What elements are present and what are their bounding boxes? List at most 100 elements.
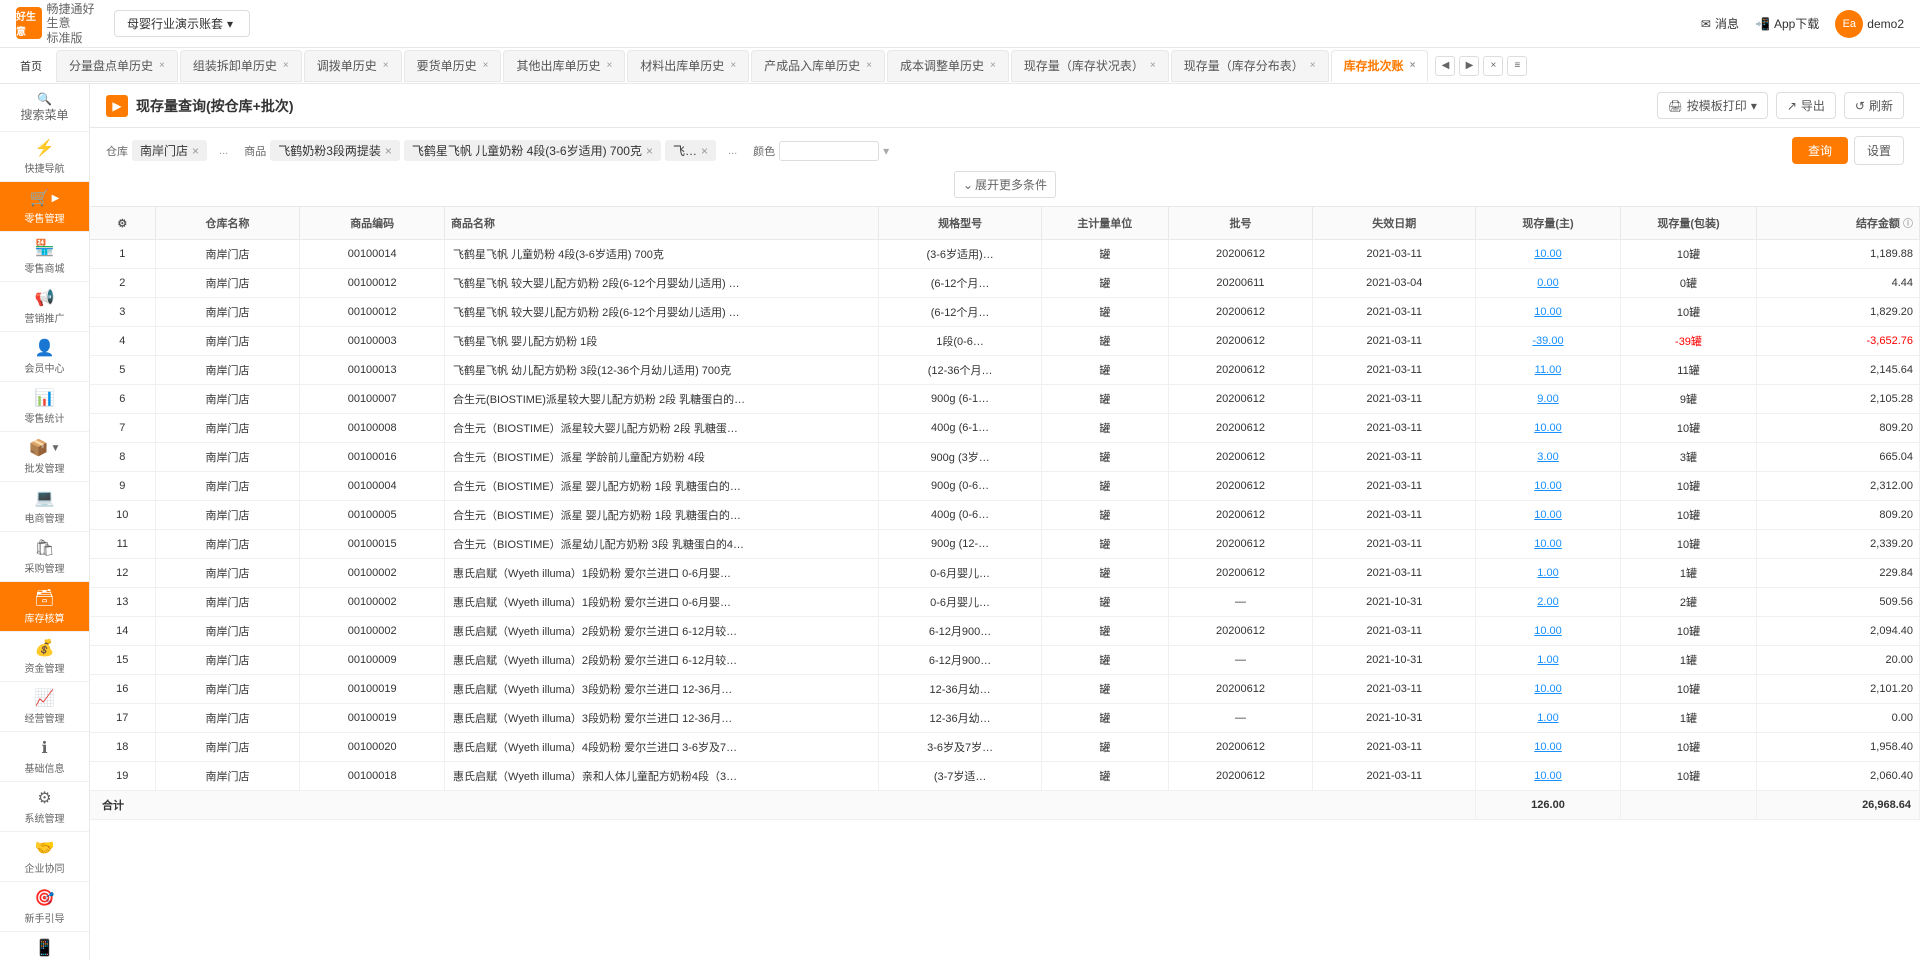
row-stock-main[interactable]: 2.00	[1476, 588, 1621, 617]
sidebar-nav-shortcut[interactable]: ⚡ 快捷导航	[0, 132, 89, 182]
table-row: 10 南岸门店 00100005 合生元（BIOSTIME）派星 婴儿配方奶粉 …	[90, 501, 1920, 530]
tab-close-icon[interactable]: ×	[1150, 60, 1156, 71]
row-stock-main[interactable]: -39.00	[1476, 327, 1621, 356]
tab-prev-btn[interactable]: ◀	[1435, 56, 1455, 76]
row-stock-main[interactable]: 10.00	[1476, 414, 1621, 443]
tab-close-icon[interactable]: ×	[159, 60, 165, 71]
setting-button[interactable]: 设置	[1854, 136, 1904, 165]
warehouse-tag[interactable]: 南岸门店 ×	[132, 140, 207, 161]
sidebar-item-inventory[interactable]: 🗃 库存核算	[0, 582, 89, 632]
template-print-btn[interactable]: 🖨 按模板打印 ▾	[1657, 92, 1768, 119]
row-stock-main[interactable]: 1.00	[1476, 646, 1621, 675]
color-input[interactable]	[779, 141, 879, 161]
col-settings[interactable]: ⚙	[90, 207, 155, 240]
row-stock-main[interactable]: 10.00	[1476, 733, 1621, 762]
row-stock-main[interactable]: 3.00	[1476, 443, 1621, 472]
sidebar-item-finance[interactable]: 💰 资金管理	[0, 632, 89, 682]
tab-fenliangpan[interactable]: 分量盘点单历史 ×	[56, 50, 178, 82]
sidebar-item-member[interactable]: 👤 会员中心	[0, 332, 89, 382]
sidebar-item-guide[interactable]: 🎯 新手引导	[0, 882, 89, 932]
row-stock-main[interactable]: 10.00	[1476, 675, 1621, 704]
warehouse-filter: 仓库 南岸门店 × ...	[106, 140, 236, 161]
row-stock-main[interactable]: 10.00	[1476, 501, 1621, 530]
tab-home[interactable]: 首页	[8, 50, 54, 82]
sidebar-item-apps[interactable]: 📱 应用中心	[0, 932, 89, 960]
tab-close-icon[interactable]: ×	[1310, 60, 1316, 71]
sidebar-item-wholesale[interactable]: 📦 ▼ 批发管理	[0, 432, 89, 482]
user-area[interactable]: Ea demo2	[1835, 10, 1904, 38]
row-balance: 0.00	[1757, 704, 1920, 733]
product-tag2[interactable]: 飞鹤星飞帆 儿童奶粉 4段(3-6岁适用) 700克 ×	[404, 140, 661, 161]
tab-yaohuo[interactable]: 要货单历史 ×	[404, 50, 502, 82]
warehouse-more[interactable]: ...	[211, 143, 236, 159]
row-stock-main[interactable]: 9.00	[1476, 385, 1621, 414]
row-stock-main[interactable]: 1.00	[1476, 704, 1621, 733]
tab-close-icon[interactable]: ×	[383, 60, 389, 71]
message-btn[interactable]: ✉ 消息	[1701, 15, 1739, 32]
tab-menu-btn[interactable]: ≡	[1507, 56, 1527, 76]
tab-qitachuku[interactable]: 其他出库单历史 ×	[503, 50, 625, 82]
tab-close-icon[interactable]: ×	[866, 60, 872, 71]
sidebar-item-collab[interactable]: 🤝 企业协同	[0, 832, 89, 882]
row-batch: 20200612	[1168, 559, 1313, 588]
chevron-down-icon2: ▼	[51, 443, 61, 454]
sidebar-item-ecom[interactable]: 💻 电商管理	[0, 482, 89, 532]
tab-close-current-btn[interactable]: ×	[1483, 56, 1503, 76]
sidebar-item-basic[interactable]: ℹ 基础信息	[0, 732, 89, 782]
balance-info-icon[interactable]: ⓘ	[1903, 219, 1913, 230]
app-download-btn[interactable]: 📲 App下载	[1755, 15, 1819, 32]
sidebar-item-purchase[interactable]: 🛍 采购管理	[0, 532, 89, 582]
row-stock-main[interactable]: 10.00	[1476, 762, 1621, 791]
product-tag3-close[interactable]: ×	[701, 144, 708, 158]
tab-close-icon[interactable]: ×	[283, 60, 289, 71]
sidebar-item-business[interactable]: 📈 经营管理	[0, 682, 89, 732]
query-button[interactable]: 查询	[1792, 137, 1848, 164]
expand-sidebar-btn[interactable]: ▶	[106, 95, 128, 117]
row-stock-main[interactable]: 10.00	[1476, 298, 1621, 327]
row-expire: 2021-03-11	[1313, 501, 1476, 530]
row-stock-main[interactable]: 10.00	[1476, 472, 1621, 501]
row-batch: 20200612	[1168, 472, 1313, 501]
tab-xiancun2[interactable]: 现存量（库存分布表） ×	[1171, 50, 1329, 82]
tab-chanpin[interactable]: 产成品入库单历史 ×	[751, 50, 885, 82]
tab-next-btn[interactable]: ▶	[1459, 56, 1479, 76]
tab-cailiao[interactable]: 材料出库单历史 ×	[627, 50, 749, 82]
row-stock-main[interactable]: 11.00	[1476, 356, 1621, 385]
row-unit: 罐	[1042, 617, 1169, 646]
tab-diaobodian[interactable]: 调拨单历史 ×	[304, 50, 402, 82]
expand-more-btn[interactable]: ⌄ 展开更多条件	[954, 171, 1056, 198]
tab-close-icon[interactable]: ×	[730, 60, 736, 71]
row-spec: 400g (0-6…	[879, 501, 1042, 530]
sidebar-item-retail-stats[interactable]: 📊 零售统计	[0, 382, 89, 432]
tab-close-icon[interactable]: ×	[1410, 60, 1416, 71]
sidebar-item-system[interactable]: ⚙ 系统管理	[0, 782, 89, 832]
tab-chengben[interactable]: 成本调整单历史 ×	[887, 50, 1009, 82]
product-tag3[interactable]: 飞… ×	[665, 140, 716, 161]
row-stock-main[interactable]: 1.00	[1476, 559, 1621, 588]
row-stock-main[interactable]: 0.00	[1476, 269, 1621, 298]
export-btn[interactable]: ↗ 导出	[1776, 92, 1836, 119]
tab-close-icon[interactable]: ×	[483, 60, 489, 71]
sidebar-item-marketing[interactable]: 📢 营销推广	[0, 282, 89, 332]
warehouse-tag-close[interactable]: ×	[192, 144, 199, 158]
row-stock-main[interactable]: 10.00	[1476, 530, 1621, 559]
tab-close-icon[interactable]: ×	[990, 60, 996, 71]
product-more[interactable]: ...	[720, 143, 745, 159]
row-code: 00100018	[300, 762, 445, 791]
row-stock-main[interactable]: 10.00	[1476, 617, 1621, 646]
sidebar-item-mall[interactable]: 🏪 零售商城	[0, 232, 89, 282]
row-stock-main[interactable]: 10.00	[1476, 240, 1621, 269]
product-tag1[interactable]: 飞鹤奶粉3段两提装 ×	[270, 140, 400, 161]
tab-pici-active[interactable]: 库存批次账 ×	[1331, 50, 1429, 82]
product-tag2-close[interactable]: ×	[646, 144, 653, 158]
product-tag1-close[interactable]: ×	[385, 144, 392, 158]
sidebar-item-retail[interactable]: 🛒 ▶ 零售管理	[0, 182, 89, 232]
refresh-btn[interactable]: ↺ 刷新	[1844, 92, 1904, 119]
sidebar-search[interactable]: 🔍 搜索菜单	[0, 84, 89, 132]
company-dropdown[interactable]: 母婴行业演示账套 ▾	[114, 10, 250, 37]
tab-close-icon[interactable]: ×	[606, 60, 612, 71]
tab-zuchaichu[interactable]: 组装拆卸单历史 ×	[180, 50, 302, 82]
tab-xiancun1[interactable]: 现存量（库存状况表） ×	[1011, 50, 1169, 82]
row-code: 00100002	[300, 617, 445, 646]
apps-icon: 📱	[35, 938, 55, 958]
